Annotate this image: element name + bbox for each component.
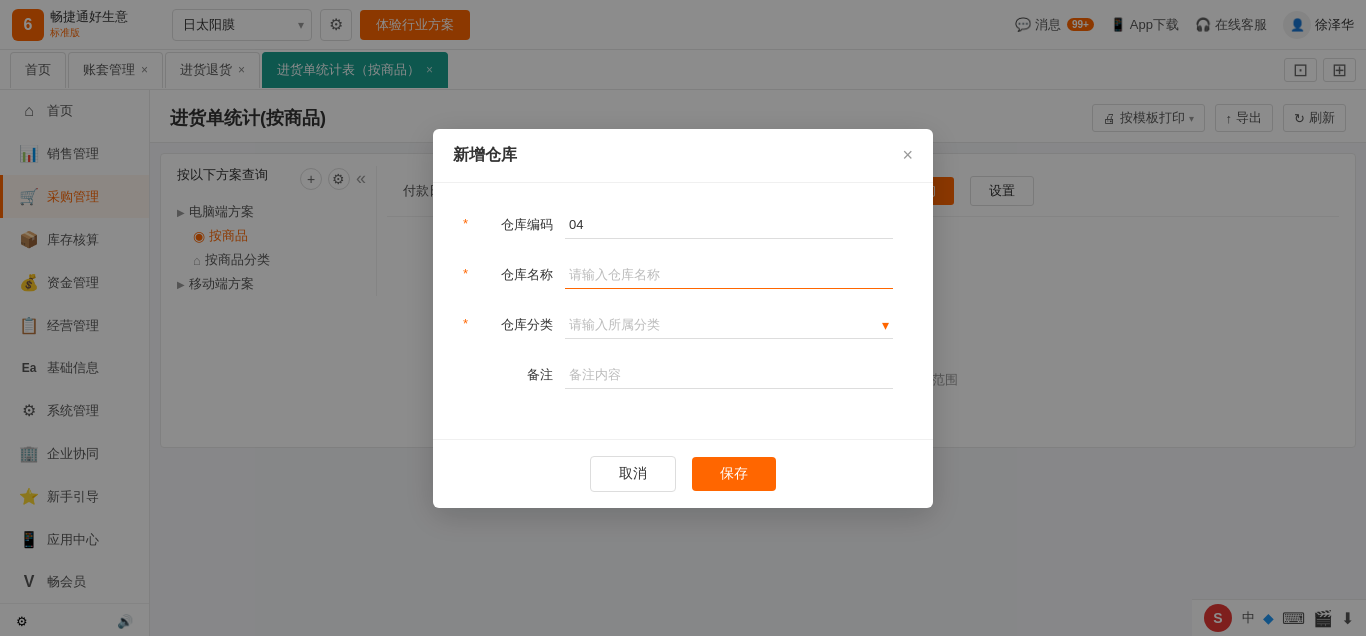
- modal-close-button[interactable]: ×: [902, 146, 913, 164]
- code-label: 仓库编码: [473, 216, 553, 234]
- category-select-wrap: 请输入所属分类 ▾: [565, 311, 893, 339]
- category-label: 仓库分类: [473, 316, 553, 334]
- category-select[interactable]: 请输入所属分类: [565, 311, 893, 339]
- modal-body: 仓库编码 仓库名称 仓库分类 请输入所属分类 ▾ 备注: [433, 183, 933, 439]
- form-row-name: 仓库名称: [473, 261, 893, 289]
- form-row-category: 仓库分类 请输入所属分类 ▾: [473, 311, 893, 339]
- form-row-code: 仓库编码: [473, 211, 893, 239]
- note-label: 备注: [473, 366, 553, 384]
- code-input[interactable]: [565, 211, 893, 239]
- save-button[interactable]: 保存: [692, 457, 776, 491]
- name-input[interactable]: [565, 261, 893, 289]
- cancel-button[interactable]: 取消: [590, 456, 676, 492]
- modal-overlay[interactable]: 新增仓库 × 仓库编码 仓库名称 仓库分类 请输入所属分类 ▾: [0, 0, 1366, 636]
- modal-title: 新增仓库: [453, 145, 517, 166]
- warehouse-modal: 新增仓库 × 仓库编码 仓库名称 仓库分类 请输入所属分类 ▾: [433, 129, 933, 508]
- note-input[interactable]: [565, 361, 893, 389]
- modal-footer: 取消 保存: [433, 439, 933, 508]
- name-label: 仓库名称: [473, 266, 553, 284]
- form-row-note: 备注: [473, 361, 893, 389]
- modal-header: 新增仓库 ×: [433, 129, 933, 183]
